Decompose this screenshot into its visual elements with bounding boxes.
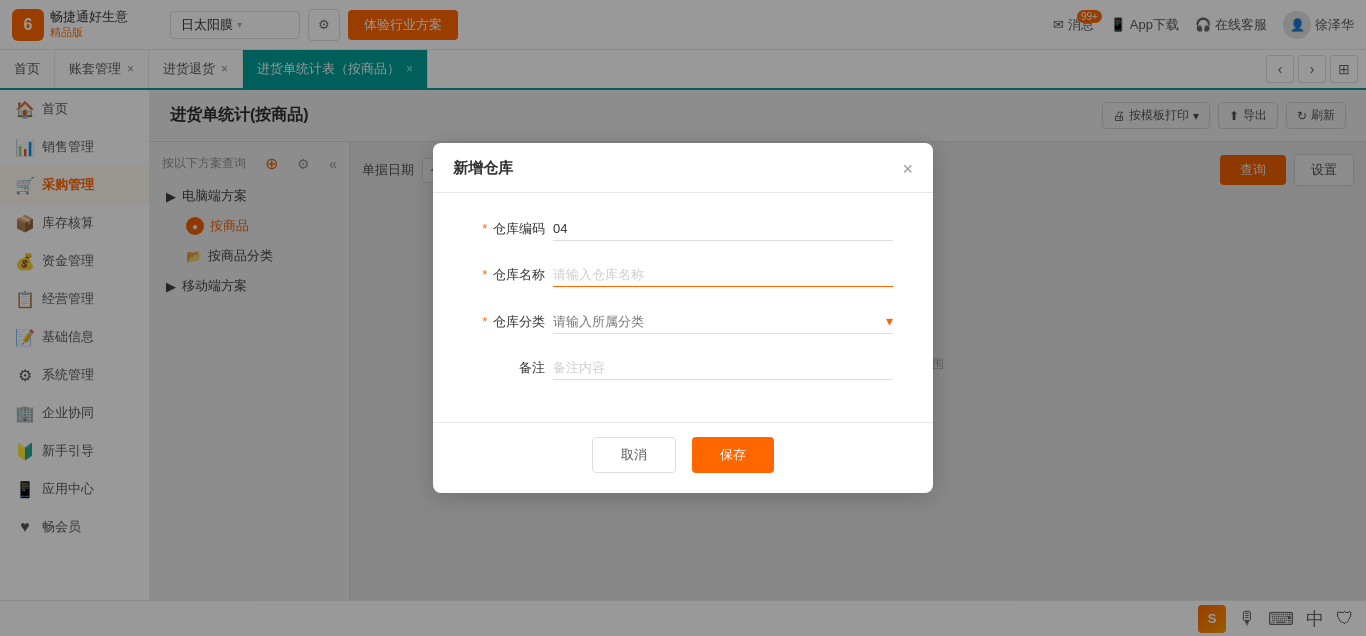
modal-new-warehouse: 新增仓库 × * 仓库编码 * 仓库名称 xyxy=(433,143,933,493)
note-label: 备注 xyxy=(473,359,553,377)
category-dropdown-icon[interactable]: ▾ xyxy=(886,313,893,329)
modal-title: 新增仓库 xyxy=(453,159,513,178)
modal-footer: 取消 保存 xyxy=(433,422,933,493)
modal-header: 新增仓库 × xyxy=(433,143,933,193)
cancel-button[interactable]: 取消 xyxy=(592,437,676,473)
name-input[interactable] xyxy=(553,263,893,287)
modal-body: * 仓库编码 * 仓库名称 * 仓库分类 xyxy=(433,193,933,422)
form-row-category: * 仓库分类 ▾ xyxy=(473,309,893,334)
required-star-code: * xyxy=(482,221,487,236)
form-row-note: 备注 xyxy=(473,356,893,380)
category-input[interactable] xyxy=(553,314,886,329)
category-label: * 仓库分类 xyxy=(473,313,553,331)
category-select-row[interactable]: ▾ xyxy=(553,309,893,334)
name-label: * 仓库名称 xyxy=(473,266,553,284)
form-row-code: * 仓库编码 xyxy=(473,217,893,241)
modal-close-icon[interactable]: × xyxy=(902,160,913,178)
code-input[interactable] xyxy=(553,217,893,241)
required-star-name: * xyxy=(482,267,487,282)
note-input[interactable] xyxy=(553,356,893,380)
required-star-category: * xyxy=(482,314,487,329)
save-button[interactable]: 保存 xyxy=(692,437,774,473)
code-label: * 仓库编码 xyxy=(473,220,553,238)
modal-overlay[interactable]: 新增仓库 × * 仓库编码 * 仓库名称 xyxy=(0,0,1366,636)
form-row-name: * 仓库名称 xyxy=(473,263,893,287)
